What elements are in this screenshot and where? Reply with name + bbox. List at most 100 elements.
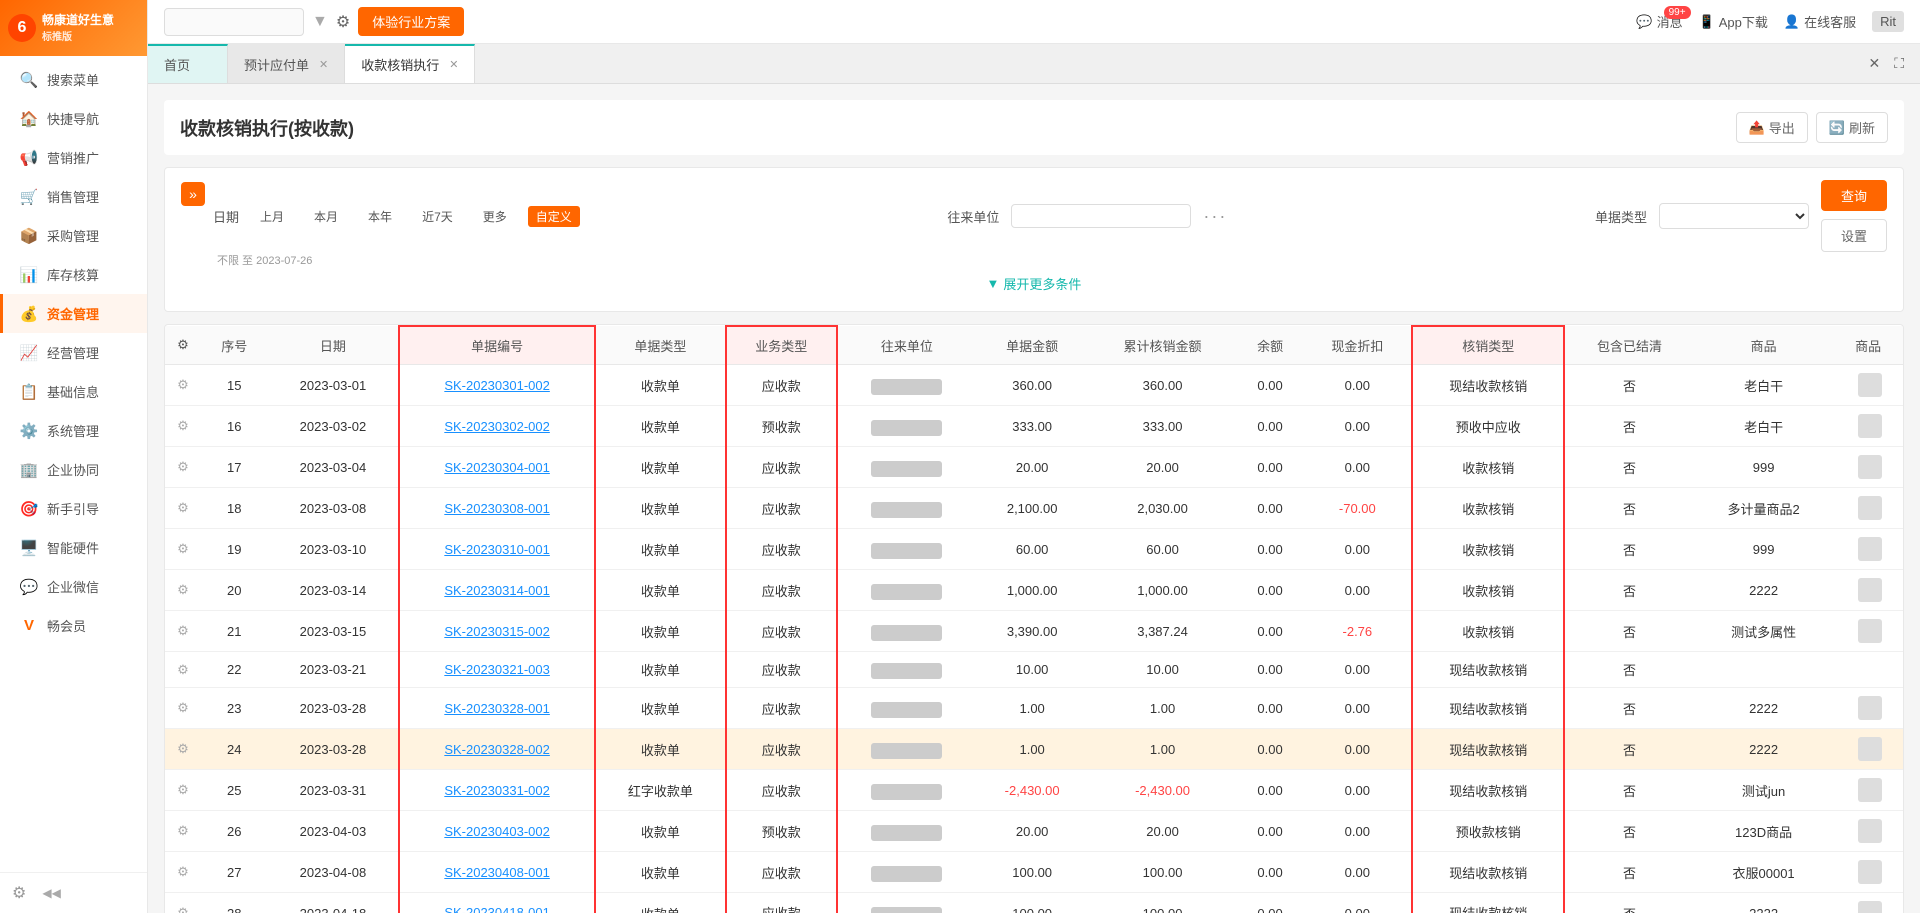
logo-subtitle: 标推版 xyxy=(42,28,114,43)
td-product-thumb xyxy=(1833,893,1903,913)
bill-no-link[interactable]: SK-20230328-001 xyxy=(444,701,550,716)
sidebar-item-search[interactable]: 🔍 搜索菜单 xyxy=(0,60,147,99)
td-accumulated: 1.00 xyxy=(1088,688,1237,729)
sidebar-item-basic[interactable]: 📋 基础信息 xyxy=(0,372,147,411)
tab-prepay[interactable]: 预计应付单 ✕ xyxy=(228,44,345,83)
date-7days-btn[interactable]: 近7天 xyxy=(413,204,462,229)
tab-collection[interactable]: 收款核销执行 ✕ xyxy=(345,44,475,83)
td-bill-no: SK-20230302-002 xyxy=(399,406,594,447)
td-balance: 0.00 xyxy=(1237,652,1303,688)
td-accumulated: 1.00 xyxy=(1088,729,1237,770)
th-product2: 商品 xyxy=(1833,326,1903,365)
solution-button[interactable]: 体验行业方案 xyxy=(358,7,464,36)
bill-type-select[interactable] xyxy=(1659,203,1809,229)
expand-more-btn[interactable]: ▼ 展开更多条件 xyxy=(181,274,1887,293)
date-range-text: 不限 至 2023-07-26 xyxy=(217,255,312,267)
td-product-thumb xyxy=(1833,529,1903,570)
bill-no-link[interactable]: SK-20230315-002 xyxy=(444,624,550,639)
td-write-off-type: 收款核销 xyxy=(1412,529,1564,570)
sidebar-item-wechat[interactable]: 💬 企业微信 xyxy=(0,567,147,606)
td-product: 多计量商品2 xyxy=(1694,488,1834,529)
td-settings: ⚙ xyxy=(165,893,201,913)
td-cash-discount: 0.00 xyxy=(1303,406,1412,447)
bill-no-link[interactable]: SK-20230304-001 xyxy=(444,460,550,475)
marketing-icon: 📢 xyxy=(19,149,39,167)
query-button[interactable]: 查询 xyxy=(1821,180,1887,211)
settings-button[interactable]: 设置 xyxy=(1821,219,1887,252)
date-last-month-btn[interactable]: 上月 xyxy=(251,204,293,229)
td-seq: 22 xyxy=(201,652,267,688)
counterparty-input[interactable] xyxy=(1011,204,1191,228)
app-download-button[interactable]: 📱 App下载 xyxy=(1699,12,1768,31)
tab-home[interactable]: 首页 xyxy=(148,44,228,83)
date-custom-btn[interactable]: 自定义 xyxy=(528,206,580,227)
sidebar-item-finance[interactable]: 💰 资金管理 xyxy=(0,294,147,333)
dropdown-arrow-icon[interactable]: ▼ xyxy=(312,13,328,31)
bill-no-link[interactable]: SK-20230314-001 xyxy=(444,583,550,598)
td-bill-amount: 100.00 xyxy=(976,893,1088,913)
sidebar-label-hardware: 智能硬件 xyxy=(47,538,99,557)
tab-maximize-icon[interactable]: ⛶ xyxy=(1890,51,1908,76)
bill-no-link[interactable]: SK-20230310-001 xyxy=(444,542,550,557)
bill-no-link[interactable]: SK-20230321-003 xyxy=(444,662,550,677)
th-product: 商品 xyxy=(1694,326,1834,365)
date-this-year-btn[interactable]: 本年 xyxy=(359,204,401,229)
sidebar-label-inventory: 库存核算 xyxy=(47,265,99,284)
refresh-button[interactable]: 🔄 刷新 xyxy=(1816,112,1888,143)
bill-no-link[interactable]: SK-20230331-002 xyxy=(444,783,550,798)
topbar-search-input[interactable] xyxy=(164,8,304,36)
date-this-month-btn[interactable]: 本月 xyxy=(305,204,347,229)
sidebar-item-guide[interactable]: 🎯 新手引导 xyxy=(0,489,147,528)
bill-no-link[interactable]: SK-20230308-001 xyxy=(444,501,550,516)
td-balance: 0.00 xyxy=(1237,488,1303,529)
export-button[interactable]: 📤 导出 xyxy=(1736,112,1808,143)
bill-no-link[interactable]: SK-20230302-002 xyxy=(444,419,550,434)
settings-bottom-icon[interactable]: ⚙ xyxy=(12,883,26,903)
sidebar-item-sales[interactable]: 🛒 销售管理 xyxy=(0,177,147,216)
table-header-row: ⚙ 序号 日期 单据编号 单据类型 业务类型 往来单位 单据金额 累计核销金额 … xyxy=(165,326,1903,365)
td-biz-type: 预收款 xyxy=(726,406,837,447)
sidebar-item-operations[interactable]: 📈 经营管理 xyxy=(0,333,147,372)
td-bill-amount: 60.00 xyxy=(976,529,1088,570)
sidebar-item-inventory[interactable]: 📊 库存核算 xyxy=(0,255,147,294)
topbar-gear-icon[interactable]: ⚙ xyxy=(336,12,350,32)
user-avatar[interactable]: Rit xyxy=(1872,11,1904,32)
sidebar-item-enterprise[interactable]: 🏢 企业协同 xyxy=(0,450,147,489)
topbar: ▼ ⚙ 体验行业方案 💬 消息 99+ 📱 App下载 👤 在线客服 Rit xyxy=(148,0,1920,44)
date-more-btn[interactable]: 更多 xyxy=(474,204,516,229)
table-row: ⚙ 20 2023-03-14 SK-20230314-001 收款单 应收款 … xyxy=(165,570,1903,611)
bill-no-link[interactable]: SK-20230328-002 xyxy=(444,742,550,757)
td-date: 2023-03-02 xyxy=(267,406,399,447)
td-seq: 19 xyxy=(201,529,267,570)
bill-no-link[interactable]: SK-20230418-001 xyxy=(444,905,550,913)
th-counterparty: 往来单位 xyxy=(837,326,976,365)
filter-dots[interactable]: ··· xyxy=(1203,206,1227,227)
td-settings: ⚙ xyxy=(165,406,201,447)
message-button[interactable]: 💬 消息 99+ xyxy=(1636,12,1682,31)
bill-no-link[interactable]: SK-20230408-001 xyxy=(444,865,550,880)
sidebar-item-system[interactable]: ⚙️ 系统管理 xyxy=(0,411,147,450)
online-service-button[interactable]: 👤 在线客服 xyxy=(1784,12,1856,31)
td-date: 2023-03-28 xyxy=(267,729,399,770)
sidebar-item-hardware[interactable]: 🖥️ 智能硬件 xyxy=(0,528,147,567)
bill-no-link[interactable]: SK-20230301-002 xyxy=(444,378,550,393)
table-row: ⚙ 26 2023-04-03 SK-20230403-002 收款单 预收款 … xyxy=(165,811,1903,852)
tab-prepay-close-icon[interactable]: ✕ xyxy=(319,58,328,71)
sidebar-item-purchase[interactable]: 📦 采购管理 xyxy=(0,216,147,255)
td-date: 2023-04-18 xyxy=(267,893,399,913)
collapse-icon[interactable]: ◀◀ xyxy=(42,886,60,900)
td-product: 测试多属性 xyxy=(1694,611,1834,652)
table-row: ⚙ 27 2023-04-08 SK-20230408-001 收款单 应收款 … xyxy=(165,852,1903,893)
tab-collection-close-icon[interactable]: ✕ xyxy=(449,58,458,71)
sidebar-item-marketing[interactable]: 📢 营销推广 xyxy=(0,138,147,177)
sidebar-item-quick-nav[interactable]: 🏠 快捷导航 xyxy=(0,99,147,138)
tab-close-all-icon[interactable]: ✕ xyxy=(1864,51,1884,76)
bill-no-link[interactable]: SK-20230403-002 xyxy=(444,824,550,839)
sidebar-item-member[interactable]: V 畅会员 xyxy=(0,606,147,645)
filter-row-1: 日期 上月 本月 本年 近7天 更多 自定义 往来单位 ··· 单据类型 xyxy=(213,180,1887,252)
th-settings[interactable]: ⚙ xyxy=(165,326,201,365)
filter-expand-btn[interactable]: » xyxy=(181,182,205,206)
column-settings-icon[interactable]: ⚙ xyxy=(177,337,189,352)
td-write-off-type: 收款核销 xyxy=(1412,570,1564,611)
td-include-settled: 否 xyxy=(1564,811,1694,852)
